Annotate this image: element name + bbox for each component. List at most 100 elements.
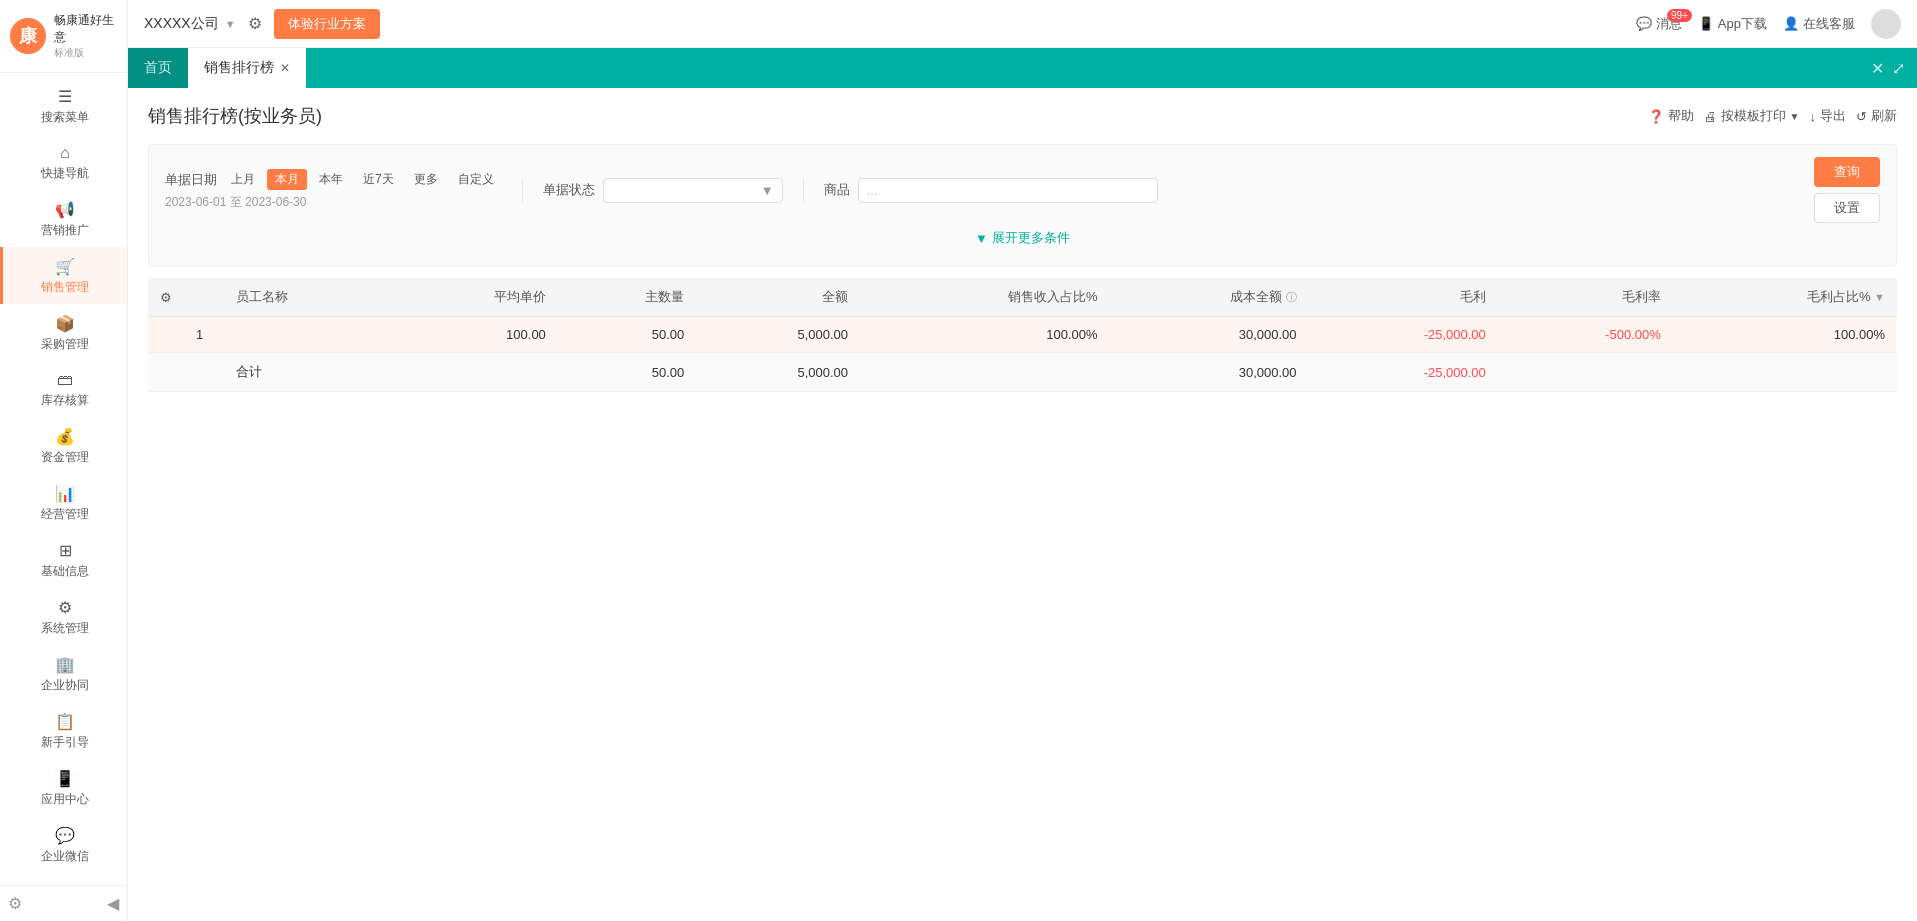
sidebar-settings-btn[interactable]: ⚙ xyxy=(8,894,22,913)
sidebar-item-basic[interactable]: ⊞ 基础信息 xyxy=(0,531,127,588)
th-sales-pct: 销售收入占比% xyxy=(860,278,1109,317)
footer-gross: -25,000.00 xyxy=(1309,353,1498,392)
cell-gross: -25,000.00 xyxy=(1309,317,1498,353)
main-content: 销售排行榜(按业务员) ❓ 帮助 🖨 按模板打印 ▼ ↓ 导出 ↺ 刷新 xyxy=(128,88,1917,921)
th-settings[interactable]: ⚙ xyxy=(148,278,184,317)
refresh-button[interactable]: ↺ 刷新 xyxy=(1856,107,1897,125)
column-settings-icon[interactable]: ⚙ xyxy=(160,290,172,305)
th-name: 员工名称 xyxy=(224,278,391,317)
help-icon: ❓ xyxy=(1648,109,1664,124)
sidebar-item-operations-label: 经营管理 xyxy=(41,506,89,523)
topbar-gear-icon[interactable]: ⚙ xyxy=(248,14,262,33)
sidebar-item-enterprise[interactable]: 🏢 企业协同 xyxy=(0,645,127,702)
export-button[interactable]: ↓ 导出 xyxy=(1810,107,1847,125)
tab-close-icon[interactable]: ✕ xyxy=(280,61,290,75)
sidebar-item-finance[interactable]: 💰 资金管理 xyxy=(0,417,127,474)
company-selector[interactable]: XXXXX公司 ▼ xyxy=(144,15,236,33)
goods-filter-group: 商品 ... xyxy=(824,178,1158,203)
sidebar-nav: ☰ 搜索菜单 ⌂ 快捷导航 📢 营销推广 🛒 销售管理 📦 采购管理 🗃 库存核… xyxy=(0,73,127,885)
sidebar-item-search[interactable]: ☰ 搜索菜单 xyxy=(0,77,127,134)
user-avatar[interactable] xyxy=(1871,9,1901,39)
sidebar-item-inventory[interactable]: 🗃 库存核算 xyxy=(0,361,127,417)
cell-settings xyxy=(148,317,184,353)
cell-sales-pct: 100.00% xyxy=(860,317,1109,353)
sidebar-item-shortcuts-label: 快捷导航 xyxy=(41,165,89,182)
filter-settings-button[interactable]: 设置 xyxy=(1814,193,1880,223)
cell-avg-price: 100.00 xyxy=(391,317,558,353)
date-filter-group: 单据日期 上月 本月 本年 近7天 更多 自定义 2023-06-01 至 20… xyxy=(165,169,502,211)
export-label: 导出 xyxy=(1820,107,1846,125)
cell-gross-pct: 100.00% xyxy=(1673,317,1897,353)
sidebar-item-shortcuts[interactable]: ⌂ 快捷导航 xyxy=(0,134,127,190)
cell-quantity: 50.00 xyxy=(558,317,696,353)
service-icon: 👤 xyxy=(1783,16,1799,31)
expand-conditions-button[interactable]: ▼ 展开更多条件 xyxy=(975,229,1070,247)
sales-icon: 🛒 xyxy=(55,257,75,276)
app-download-button[interactable]: 📱 App下载 xyxy=(1698,15,1767,33)
sidebar-item-guide[interactable]: 📋 新手引导 xyxy=(0,702,127,759)
footer-sales-pct xyxy=(860,353,1109,392)
sidebar-item-sales[interactable]: 🛒 销售管理 xyxy=(0,247,127,304)
date-btn-last-month[interactable]: 上月 xyxy=(223,169,263,190)
date-btn-this-year[interactable]: 本年 xyxy=(311,169,351,190)
tab-sales-rank[interactable]: 销售排行榜 ✕ xyxy=(188,48,306,88)
page-actions: ❓ 帮助 🖨 按模板打印 ▼ ↓ 导出 ↺ 刷新 xyxy=(1648,107,1897,125)
gross-pct-info-icon[interactable]: ▼ xyxy=(1874,291,1885,303)
footer-cost: 30,000.00 xyxy=(1110,353,1309,392)
footer-gross-rate xyxy=(1498,353,1673,392)
sidebar-item-enterprise-label: 企业协同 xyxy=(41,677,89,694)
operations-icon: 📊 xyxy=(55,484,75,503)
sidebar-logo: 康 畅康通好生意 标准版 xyxy=(0,0,127,73)
cell-amount: 5,000.00 xyxy=(696,317,860,353)
enterprise-icon: 🏢 xyxy=(55,655,75,674)
message-icon: 💬 xyxy=(1636,16,1652,31)
help-button[interactable]: ❓ 帮助 xyxy=(1648,107,1694,125)
cost-info-icon[interactable]: ⓘ xyxy=(1286,291,1297,303)
print-button[interactable]: 🖨 按模板打印 ▼ xyxy=(1704,107,1800,125)
online-service-button[interactable]: 👤 在线客服 xyxy=(1783,15,1855,33)
data-table-wrap: ⚙ 员工名称 平均单价 主数量 全额 销售收入占比% 成本全额 ⓘ 毛利 毛利率 xyxy=(148,278,1897,392)
sidebar-item-purchase[interactable]: 📦 采购管理 xyxy=(0,304,127,361)
apps-icon: 📱 xyxy=(55,769,75,788)
trial-button[interactable]: 体验行业方案 xyxy=(274,9,380,39)
status-select-arrow-icon: ▼ xyxy=(761,183,774,198)
company-name: XXXXX公司 xyxy=(144,15,219,33)
sidebar-item-system[interactable]: ⚙ 系统管理 xyxy=(0,588,127,645)
footer-quantity: 50.00 xyxy=(558,353,696,392)
date-btn-7days[interactable]: 近7天 xyxy=(355,169,402,190)
footer-gross-pct xyxy=(1673,353,1897,392)
sidebar-item-wechat[interactable]: 💬 企业微信 xyxy=(0,816,127,873)
app-label: App下载 xyxy=(1718,15,1767,33)
sidebar-item-member[interactable]: V 畅会员 xyxy=(0,873,127,885)
tab-close-all-icon[interactable]: ✕ xyxy=(1871,59,1884,78)
messages-button[interactable]: 💬 消息 99+ xyxy=(1636,15,1682,33)
status-filter-group: 单据状态 ▼ xyxy=(543,178,783,203)
filter-action-group: 查询 设置 xyxy=(1814,157,1880,223)
th-cost: 成本全额 ⓘ xyxy=(1110,278,1309,317)
print-label: 按模板打印 xyxy=(1721,107,1786,125)
sidebar-item-guide-label: 新手引导 xyxy=(41,734,89,751)
date-btn-this-month[interactable]: 本月 xyxy=(267,169,307,190)
sidebar-item-marketing[interactable]: 📢 营销推广 xyxy=(0,190,127,247)
query-button[interactable]: 查询 xyxy=(1814,157,1880,187)
tab-home[interactable]: 首页 xyxy=(128,48,188,88)
sidebar-item-inventory-label: 库存核算 xyxy=(41,392,89,409)
cell-gross-rate: -500.00% xyxy=(1498,317,1673,353)
th-gross-pct: 毛利占比% ▼ xyxy=(1673,278,1897,317)
tab-expand-icon[interactable]: ⤢ xyxy=(1892,59,1905,78)
filter-separator-1 xyxy=(522,178,523,202)
goods-input[interactable]: ... xyxy=(858,178,1158,203)
status-select[interactable]: ▼ xyxy=(603,178,783,203)
footer-settings xyxy=(148,353,184,392)
chevron-down-icon-2: ▼ xyxy=(975,231,988,246)
sidebar-collapse-btn[interactable]: ◀ xyxy=(107,894,119,913)
expand-label: 展开更多条件 xyxy=(992,229,1070,247)
sidebar-item-apps[interactable]: 📱 应用中心 xyxy=(0,759,127,816)
footer-label: 合计 xyxy=(224,353,391,392)
date-btn-custom[interactable]: 自定义 xyxy=(450,169,502,190)
sidebar-item-operations[interactable]: 📊 经营管理 xyxy=(0,474,127,531)
date-btn-more[interactable]: 更多 xyxy=(406,169,446,190)
sidebar-item-marketing-label: 营销推广 xyxy=(41,222,89,239)
app-logo-icon: 康 xyxy=(10,18,46,54)
help-label: 帮助 xyxy=(1668,107,1694,125)
